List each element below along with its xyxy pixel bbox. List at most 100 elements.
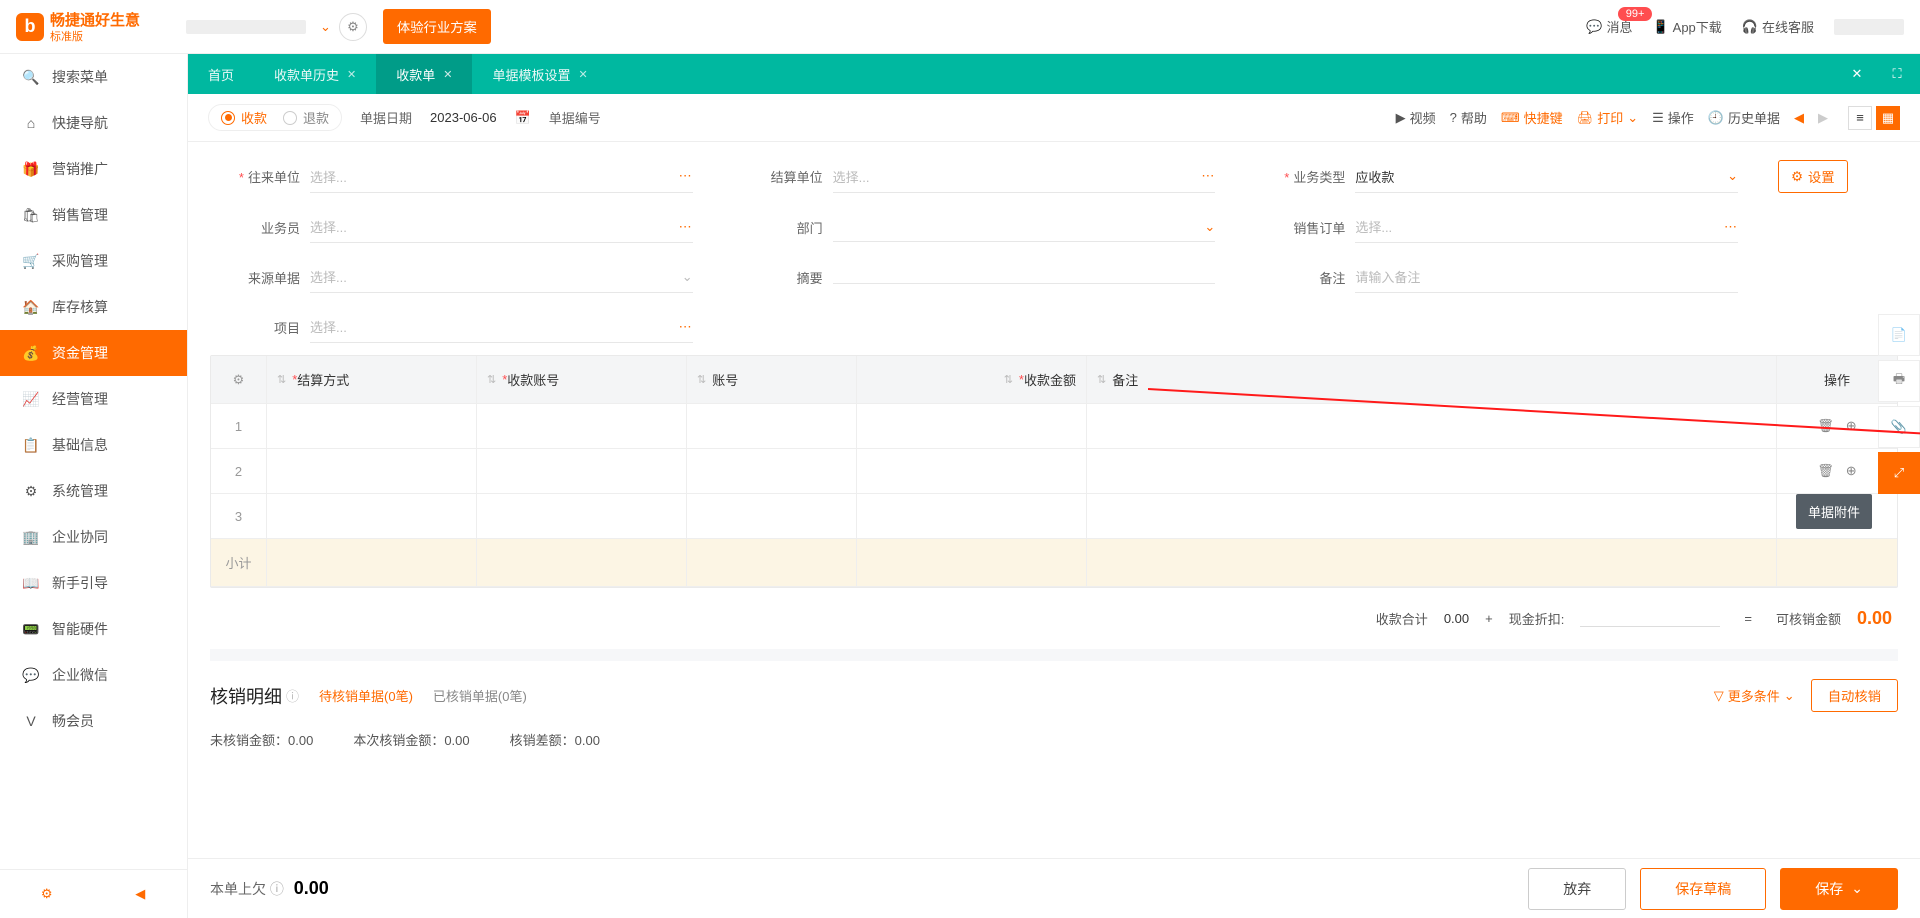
company-selector[interactable]: ⌄ xyxy=(186,19,331,35)
help-icon[interactable]: ⓘ xyxy=(286,686,299,705)
sidebar-item-0[interactable]: 🔍搜索菜单 xyxy=(0,54,187,100)
page-tab-3[interactable]: 单据模板设置✕ xyxy=(472,54,607,94)
tb-print[interactable]: 🖨打印⌄ xyxy=(1577,108,1638,127)
rail-fullscreen-button[interactable]: ⤢ xyxy=(1878,452,1920,494)
settle-input[interactable]: 选择...⋯ xyxy=(833,161,1216,193)
cell-amt[interactable] xyxy=(857,449,1087,494)
more-conditions-button[interactable]: ▽更多条件⌄ xyxy=(1714,686,1795,705)
sidebar-item-1[interactable]: ⌂快捷导航 xyxy=(0,100,187,146)
cell-acct[interactable] xyxy=(477,494,687,539)
page-tab-0[interactable]: 首页 xyxy=(188,54,254,94)
tb-help[interactable]: ?帮助 xyxy=(1450,108,1487,127)
tb-history[interactable]: 🕘历史单据 xyxy=(1708,108,1780,127)
cell-acctno[interactable] xyxy=(687,494,857,539)
try-industry-plan-button[interactable]: 体验行业方案 xyxy=(383,9,491,44)
top-settings-button[interactable]: ⚙ xyxy=(339,13,367,41)
save-draft-button[interactable]: 保存草稿 xyxy=(1640,868,1766,910)
sidebar-item-8[interactable]: 📋基础信息 xyxy=(0,422,187,468)
clerk-input[interactable]: 选择...⋯ xyxy=(310,211,693,243)
cell-note[interactable] xyxy=(1087,494,1777,539)
remark-placeholder: 请输入备注 xyxy=(1355,267,1420,286)
delete-row-icon[interactable]: 🗑 xyxy=(1817,418,1834,434)
summary-input[interactable] xyxy=(833,271,1216,284)
tab-expand-button[interactable]: ⛶ xyxy=(1880,57,1914,91)
sidebar-item-4[interactable]: 🛒采购管理 xyxy=(0,238,187,284)
party-input[interactable]: 选择...⋯ xyxy=(310,161,693,193)
col-note[interactable]: ⇅备注 xyxy=(1087,356,1777,404)
rail-attachment-button[interactable]: 📎 xyxy=(1878,406,1920,448)
form-settings-button[interactable]: ⚙设置 xyxy=(1778,160,1848,193)
help-icon[interactable]: ⓘ xyxy=(270,881,284,897)
discard-button[interactable]: 放弃 xyxy=(1528,868,1626,910)
verify-tab-pending[interactable]: 待核销单据(0笔) xyxy=(319,686,413,705)
cell-acctno[interactable] xyxy=(687,449,857,494)
page-tab-2[interactable]: 收款单✕ xyxy=(376,54,472,94)
messages-link[interactable]: 💬 消息 99+ xyxy=(1586,17,1632,36)
cell-note[interactable] xyxy=(1087,404,1777,449)
auto-verify-button[interactable]: 自动核销 xyxy=(1811,679,1898,712)
sidebar-item-10[interactable]: 🏢企业协同 xyxy=(0,514,187,560)
cell-settle[interactable] xyxy=(267,494,477,539)
sidebar-item-13[interactable]: 💬企业微信 xyxy=(0,652,187,698)
sidebar-item-7[interactable]: 📈经营管理 xyxy=(0,376,187,422)
add-row-icon[interactable]: ⊕ xyxy=(1846,418,1857,434)
cell-settle[interactable] xyxy=(267,404,477,449)
rail-note-button[interactable]: 📄 xyxy=(1878,314,1920,356)
sidebar-item-5[interactable]: 🏠库存核算 xyxy=(0,284,187,330)
sidebar-item-3[interactable]: 🛍销售管理 xyxy=(0,192,187,238)
verify-tab-done[interactable]: 已核销单据(0笔) xyxy=(433,686,527,705)
rail-print-button[interactable]: 🖶 xyxy=(1878,360,1920,402)
tb-action[interactable]: ☰操作 xyxy=(1652,108,1694,127)
srcbill-select[interactable]: 选择...⌄ xyxy=(310,261,693,293)
doc-type-segment: 收款 退款 xyxy=(208,104,342,131)
close-icon[interactable]: ✕ xyxy=(347,68,356,81)
cell-settle[interactable] xyxy=(267,449,477,494)
cell-acctno[interactable] xyxy=(687,404,857,449)
sidebar-item-12[interactable]: 📟智能硬件 xyxy=(0,606,187,652)
prev-doc-button[interactable]: ◀ xyxy=(1794,110,1804,126)
date-value[interactable]: 2023-06-06 xyxy=(430,110,497,125)
cell-note[interactable] xyxy=(1087,449,1777,494)
next-doc-button[interactable]: ▶ xyxy=(1818,110,1828,126)
project-input[interactable]: 选择...⋯ xyxy=(310,311,693,343)
save-button[interactable]: 保存⌄ xyxy=(1780,868,1898,910)
view-card-button[interactable]: ▦ xyxy=(1876,106,1900,130)
radio-receive[interactable]: 收款 xyxy=(221,108,267,127)
support-link[interactable]: 🎧 在线客服 xyxy=(1742,17,1814,36)
col-settle[interactable]: ⇅*结算方式 xyxy=(267,356,477,404)
col-acctno[interactable]: ⇅账号 xyxy=(687,356,857,404)
sidebar-item-9[interactable]: ⚙系统管理 xyxy=(0,468,187,514)
delete-row-icon[interactable]: 🗑 xyxy=(1817,463,1834,479)
sidebar-footer: ⚙ ◀ xyxy=(0,869,187,918)
close-icon[interactable]: ✕ xyxy=(443,68,452,81)
app-download-link[interactable]: 📱 App下载 xyxy=(1652,17,1721,36)
cell-acct[interactable] xyxy=(477,449,687,494)
tb-video[interactable]: ▶视频 xyxy=(1396,108,1436,127)
dept-select[interactable]: ⌄ xyxy=(833,213,1216,242)
user-area-obscured[interactable] xyxy=(1834,19,1904,35)
cell-amt[interactable] xyxy=(857,494,1087,539)
salesorder-input[interactable]: 选择...⋯ xyxy=(1355,211,1738,243)
biztype-select[interactable]: 应收款⌄ xyxy=(1355,161,1738,193)
sidebar-item-6[interactable]: 💰资金管理 xyxy=(0,330,187,376)
sidebar-settings-button[interactable]: ⚙ xyxy=(0,870,94,918)
radio-refund[interactable]: 退款 xyxy=(283,108,329,127)
page-tab-1[interactable]: 收款单历史✕ xyxy=(254,54,376,94)
add-row-icon[interactable]: ⊕ xyxy=(1846,463,1857,479)
discount-input[interactable] xyxy=(1580,611,1720,627)
col-amt[interactable]: ⇅*收款金额 xyxy=(857,356,1087,404)
tab-close-button[interactable]: ✕ xyxy=(1840,57,1874,91)
view-list-button[interactable]: ≡ xyxy=(1848,106,1872,130)
cell-amt[interactable] xyxy=(857,404,1087,449)
sidebar-item-2[interactable]: 🎁营销推广 xyxy=(0,146,187,192)
tb-shortcut[interactable]: ⌨快捷键 xyxy=(1501,108,1563,127)
remark-input[interactable]: 请输入备注 xyxy=(1355,261,1738,293)
col-settings-button[interactable]: ⚙ xyxy=(211,356,267,404)
cell-acct[interactable] xyxy=(477,404,687,449)
col-acct[interactable]: ⇅*收款账号 xyxy=(477,356,687,404)
sidebar-item-14[interactable]: V畅会员 xyxy=(0,698,187,744)
sidebar-item-11[interactable]: 📖新手引导 xyxy=(0,560,187,606)
close-icon[interactable]: ✕ xyxy=(579,68,588,81)
calendar-icon[interactable]: 📅 xyxy=(515,110,531,126)
sidebar-collapse-button[interactable]: ◀ xyxy=(94,870,188,918)
